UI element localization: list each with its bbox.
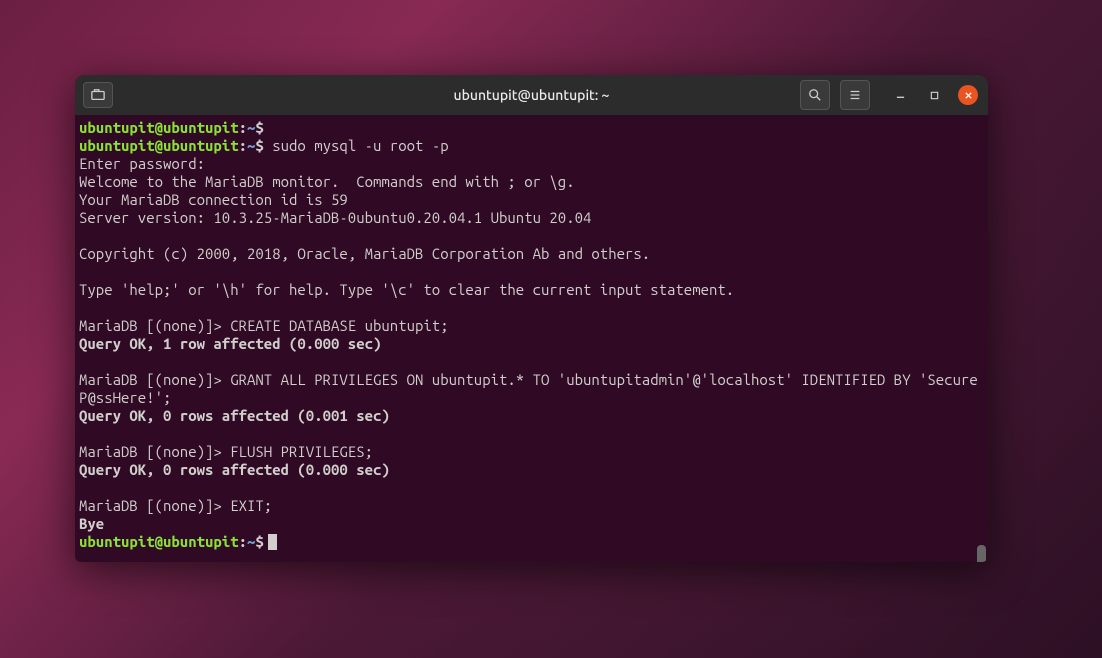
search-icon <box>808 88 822 102</box>
window-title: ubuntupit@ubuntupit: ~ <box>454 87 610 103</box>
bye-line: Bye <box>79 515 104 532</box>
prompt-user: ubuntupit@ubuntupit <box>79 137 239 154</box>
prompt-dollar: $ <box>255 137 263 154</box>
sql-flush: FLUSH PRIVILEGES; <box>230 443 373 460</box>
output-line: Enter password: <box>79 155 205 172</box>
window-controls <box>890 85 978 105</box>
tab-icon <box>91 88 105 102</box>
query-result: Query OK, 0 rows affected (0.001 sec) <box>79 407 390 424</box>
mariadb-prompt: MariaDB [(none)]> <box>79 497 230 514</box>
cursor <box>268 534 277 550</box>
sql-exit: EXIT; <box>230 497 272 514</box>
close-button[interactable] <box>958 85 978 105</box>
minimize-icon <box>896 91 905 100</box>
sql-create: CREATE DATABASE ubuntupit; <box>230 317 448 334</box>
hamburger-icon <box>848 88 862 102</box>
output-line: Copyright (c) 2000, 2018, Oracle, MariaD… <box>79 245 650 262</box>
query-result: Query OK, 1 row affected (0.000 sec) <box>79 335 381 352</box>
prompt-colon: : <box>239 119 247 136</box>
new-tab-button[interactable] <box>83 82 113 108</box>
query-result: Query OK, 0 rows affected (0.000 sec) <box>79 461 390 478</box>
terminal-body[interactable]: ubuntupit@ubuntupit:~$ ubuntupit@ubuntup… <box>75 115 988 562</box>
output-line: Server version: 10.3.25-MariaDB-0ubuntu0… <box>79 209 591 226</box>
minimize-button[interactable] <box>890 85 910 105</box>
terminal-window: ubuntupit@ubuntupit: ~ <box>75 75 988 562</box>
mariadb-prompt: MariaDB [(none)]> <box>79 317 230 334</box>
menu-button[interactable] <box>840 80 870 110</box>
prompt-user: ubuntupit@ubuntupit <box>79 119 239 136</box>
titlebar[interactable]: ubuntupit@ubuntupit: ~ <box>75 75 988 115</box>
prompt-colon: : <box>239 533 247 550</box>
output-line: Type 'help;' or '\h' for help. Type '\c'… <box>79 281 734 298</box>
mariadb-prompt: MariaDB [(none)]> <box>79 443 230 460</box>
maximize-icon <box>930 91 939 100</box>
search-button[interactable] <box>800 80 830 110</box>
output-line: Your MariaDB connection id is 59 <box>79 191 348 208</box>
scrollbar-thumb[interactable] <box>977 545 986 562</box>
prompt-colon: : <box>239 137 247 154</box>
titlebar-right <box>800 80 980 110</box>
mysql-cmd <box>264 137 272 154</box>
output-line: Welcome to the MariaDB monitor. Commands… <box>79 173 575 190</box>
prompt-dollar: $ <box>255 119 263 136</box>
maximize-button[interactable] <box>924 85 944 105</box>
prompt-user: ubuntupit@ubuntupit <box>79 533 239 550</box>
close-icon <box>964 91 973 100</box>
mysql-cmd-text: sudo mysql -u root -p <box>272 137 448 154</box>
mariadb-prompt: MariaDB [(none)]> <box>79 371 230 388</box>
terminal-content: ubuntupit@ubuntupit:~$ ubuntupit@ubuntup… <box>79 119 984 551</box>
prompt-dollar: $ <box>255 533 263 550</box>
